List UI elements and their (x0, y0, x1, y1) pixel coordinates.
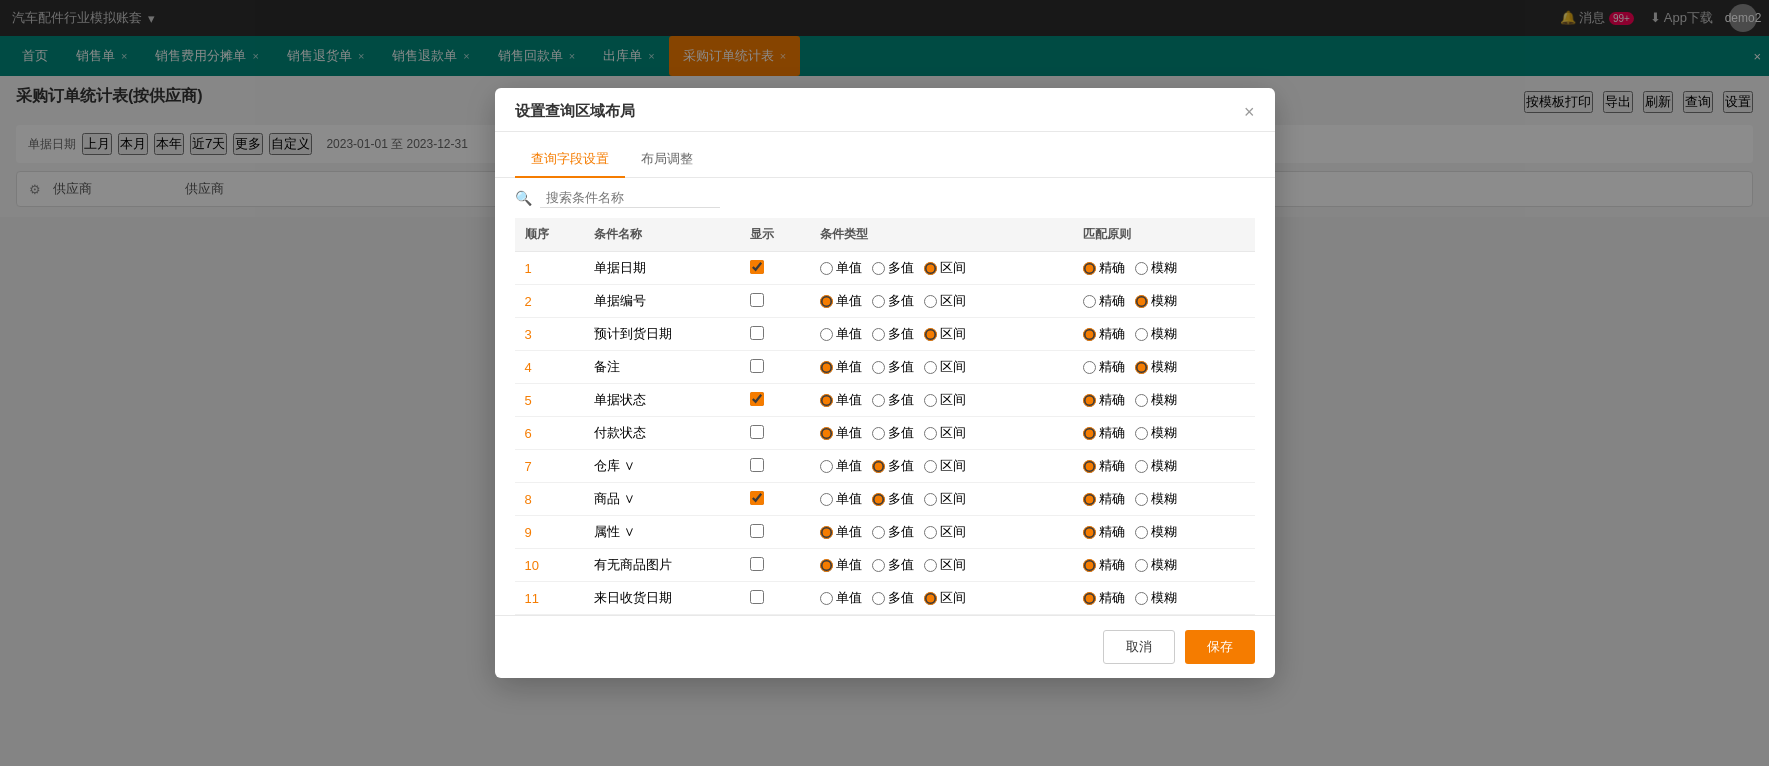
search-bar: 🔍 (495, 178, 1275, 217)
tab-layout-adjust[interactable]: 布局调整 (625, 142, 709, 178)
modal-overlay: 设置查询区域布局 × 查询字段设置 布局调整 🔍 顺序 条件名称 (0, 0, 1769, 217)
dialog-header: 设置查询区域布局 × (495, 88, 1275, 132)
search-icon: 🔍 (515, 190, 532, 206)
dialog-close-btn[interactable]: × (1244, 103, 1255, 121)
dialog-tabs: 查询字段设置 布局调整 (495, 132, 1275, 178)
dialog-title: 设置查询区域布局 (515, 102, 635, 121)
tab-query-fields[interactable]: 查询字段设置 (515, 142, 625, 178)
settings-dialog: 设置查询区域布局 × 查询字段设置 布局调整 🔍 顺序 条件名称 (495, 88, 1275, 217)
search-input[interactable] (540, 188, 720, 208)
